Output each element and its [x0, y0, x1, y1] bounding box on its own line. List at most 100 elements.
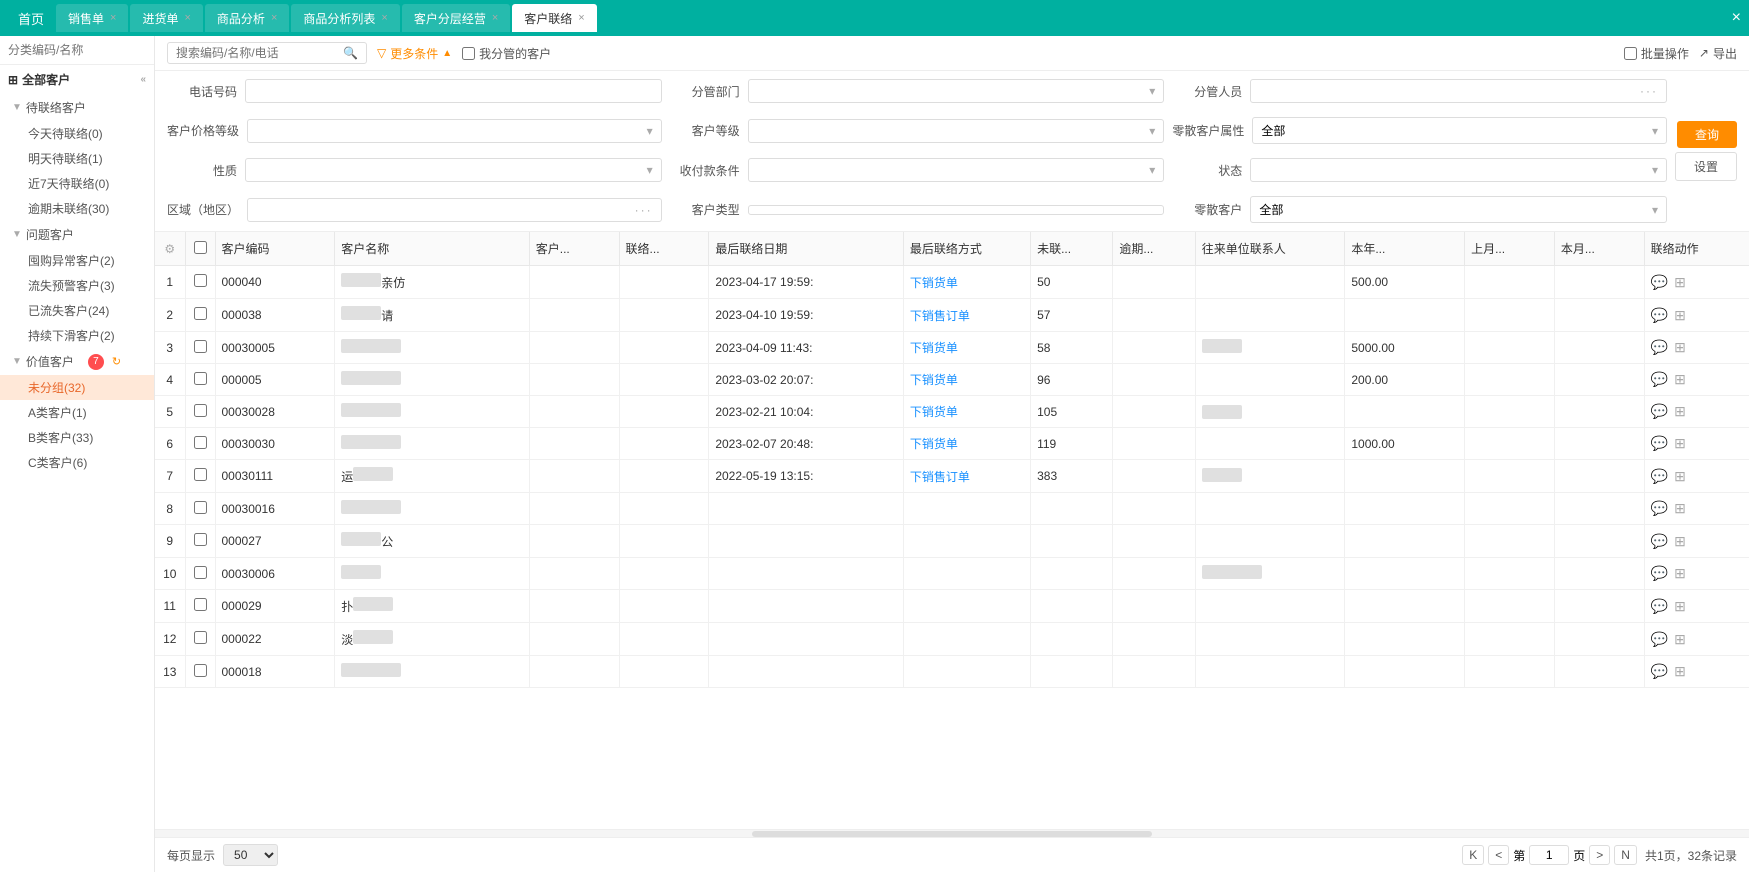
message-icon[interactable]: 💬 [1651, 371, 1668, 388]
sidebar-item-declining[interactable]: 持续下滑客户(2) [0, 323, 154, 348]
my-customers-checkbox[interactable] [462, 47, 475, 60]
query-button[interactable]: 查询 [1677, 121, 1737, 148]
col-uncontact-header[interactable]: 未联... [1031, 232, 1113, 266]
message-icon[interactable]: 💬 [1651, 339, 1668, 356]
grid-action-icon[interactable]: ⊞ [1674, 403, 1686, 420]
scatter-attr-select[interactable]: 全部 ▾ [1252, 117, 1667, 144]
row-check[interactable] [185, 364, 215, 396]
home-tab[interactable]: 首页 [8, 9, 54, 28]
next-page-btn[interactable]: > [1589, 845, 1610, 865]
message-icon[interactable]: 💬 [1651, 274, 1668, 291]
grid-action-icon[interactable]: ⊞ [1674, 500, 1686, 517]
phone-input[interactable] [245, 79, 662, 103]
sidebar-item-c-class[interactable]: C类客户(6) [0, 450, 154, 475]
grid-action-icon[interactable]: ⊞ [1674, 663, 1686, 680]
refresh-icon[interactable]: ↻ [112, 355, 121, 368]
page-number-input[interactable] [1529, 845, 1569, 865]
export-btn[interactable]: ↗ 导出 [1699, 45, 1737, 62]
group-pending-contact[interactable]: ▼ 待联络客户 [0, 94, 154, 121]
filter-search-box[interactable]: 🔍 [167, 42, 367, 64]
settings-icon-cell[interactable]: ⚙ [155, 232, 185, 266]
message-icon[interactable]: 💬 [1651, 663, 1668, 680]
sidebar-item-ungroup[interactable]: 未分组(32) [0, 375, 154, 400]
message-icon[interactable]: 💬 [1651, 403, 1668, 420]
per-page-select[interactable]: 50 20 100 [223, 844, 278, 866]
dept-select[interactable]: ▾ [748, 79, 1165, 103]
row-check[interactable] [185, 590, 215, 623]
grid-action-icon[interactable]: ⊞ [1674, 565, 1686, 582]
message-icon[interactable]: 💬 [1651, 468, 1668, 485]
close-purchase-icon[interactable]: × [184, 12, 190, 24]
close-customer-contact-icon[interactable]: × [578, 12, 584, 24]
tab-sales-order[interactable]: 销售单 × [56, 4, 128, 32]
sidebar-item-today[interactable]: 今天待联络(0) [0, 121, 154, 146]
sidebar-item-warning[interactable]: 流失预警客户(3) [0, 273, 154, 298]
grid-action-icon[interactable]: ⊞ [1674, 533, 1686, 550]
col-type-header[interactable]: 客户... [529, 232, 619, 266]
row-check[interactable] [185, 558, 215, 590]
row-check[interactable] [185, 428, 215, 460]
filter-search-input[interactable] [176, 46, 337, 60]
sidebar-item-b-class[interactable]: B类客户(33) [0, 425, 154, 450]
group-value-customers[interactable]: ▼ 价值客户 7 ↻ [0, 348, 154, 375]
sidebar-item-lost[interactable]: 已流失客户(24) [0, 298, 154, 323]
tab-purchase-order[interactable]: 进货单 × [130, 4, 202, 32]
sidebar-item-overdue[interactable]: 逾期未联络(30) [0, 196, 154, 221]
message-icon[interactable]: 💬 [1651, 598, 1668, 615]
row-check[interactable] [185, 396, 215, 428]
grid-action-icon[interactable]: ⊞ [1674, 598, 1686, 615]
select-all-checkbox[interactable] [194, 241, 207, 254]
close-product-analysis-icon[interactable]: × [271, 12, 277, 24]
col-last-date-header[interactable]: 最后联络日期 [709, 232, 904, 266]
cust-type-select[interactable] [748, 205, 1165, 215]
sidebar-item-a-class[interactable]: A类客户(1) [0, 400, 154, 425]
grid-action-icon[interactable]: ⊞ [1674, 274, 1686, 291]
all-customers-header[interactable]: ⊞ 全部客户 « [0, 65, 154, 94]
row-check[interactable] [185, 299, 215, 332]
payment-select[interactable]: ▾ [748, 158, 1165, 182]
region-select[interactable]: ··· [247, 198, 662, 222]
grid-action-icon[interactable]: ⊞ [1674, 435, 1686, 452]
col-this-month-header[interactable]: 本月... [1554, 232, 1644, 266]
price-level-select[interactable]: ▾ [247, 119, 662, 143]
col-partner-header[interactable]: 往来单位联系人 [1195, 232, 1345, 266]
prev-page-btn[interactable]: < [1488, 845, 1509, 865]
reset-button[interactable]: 设置 [1675, 152, 1737, 181]
close-customer-segment-icon[interactable]: × [492, 12, 498, 24]
close-sales-order-icon[interactable]: × [110, 12, 116, 24]
grid-action-icon[interactable]: ⊞ [1674, 371, 1686, 388]
tab-product-analysis[interactable]: 商品分析 × [205, 4, 289, 32]
row-check[interactable] [185, 623, 215, 656]
more-conditions-btn[interactable]: ▽ 更多条件 ▲ [377, 45, 452, 62]
cust-level-select[interactable]: ▾ [748, 119, 1165, 143]
first-page-btn[interactable]: K [1462, 845, 1484, 865]
filter-search-icon[interactable]: 🔍 [343, 46, 358, 60]
message-icon[interactable]: 💬 [1651, 500, 1668, 517]
my-customers-filter[interactable]: 我分管的客户 [462, 45, 551, 62]
grid-action-icon[interactable]: ⊞ [1674, 631, 1686, 648]
batch-op-checkbox[interactable] [1624, 47, 1637, 60]
row-check[interactable] [185, 266, 215, 299]
nature-select[interactable]: ▾ [245, 158, 662, 182]
sidebar-item-abnormal[interactable]: 囤购异常客户(2) [0, 248, 154, 273]
scatter-select[interactable]: 全部 ▾ [1250, 196, 1667, 223]
col-code-header[interactable]: 客户编码 [215, 232, 335, 266]
row-check[interactable] [185, 493, 215, 525]
tab-customer-contact[interactable]: 客户联络 × [512, 4, 596, 32]
tab-product-analysis-list[interactable]: 商品分析列表 × [291, 4, 399, 32]
batch-op-btn[interactable]: 批量操作 [1624, 45, 1689, 62]
grid-action-icon[interactable]: ⊞ [1674, 307, 1686, 324]
message-icon[interactable]: 💬 [1651, 533, 1668, 550]
collapse-icon[interactable]: « [140, 74, 146, 85]
sidebar-search-input[interactable] [8, 43, 155, 57]
close-product-list-icon[interactable]: × [381, 12, 387, 24]
status-select[interactable]: ▾ [1250, 158, 1667, 182]
sidebar-search-bar[interactable]: 🔍 [0, 36, 154, 65]
last-page-btn[interactable]: N [1614, 845, 1637, 865]
sidebar-item-tomorrow[interactable]: 明天待联络(1) [0, 146, 154, 171]
col-last-way-header[interactable]: 最后联络方式 [903, 232, 1030, 266]
message-icon[interactable]: 💬 [1651, 631, 1668, 648]
row-check[interactable] [185, 656, 215, 688]
col-overdue-header[interactable]: 逾期... [1113, 232, 1195, 266]
message-icon[interactable]: 💬 [1651, 565, 1668, 582]
